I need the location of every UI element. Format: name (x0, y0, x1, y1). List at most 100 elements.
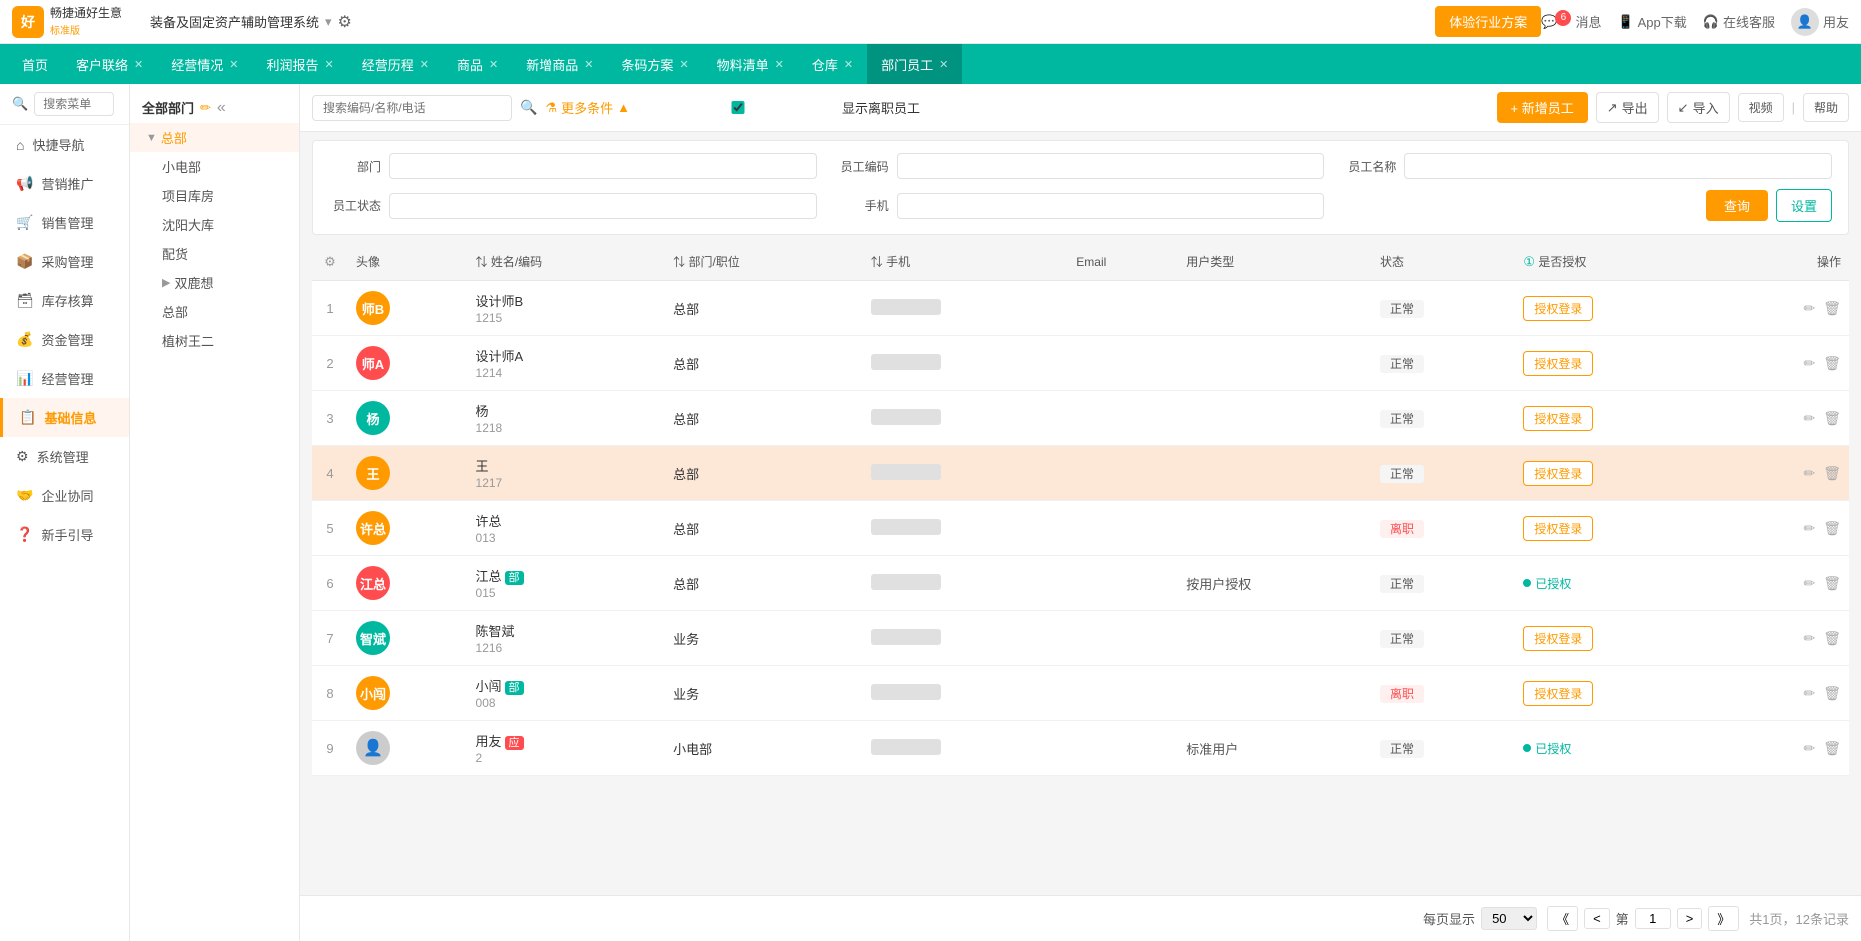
prev-page-button[interactable]: < (1584, 908, 1610, 929)
nav-tab-新增商品[interactable]: 新增商品 ✕ (512, 44, 607, 84)
auth-button[interactable]: 授权登录 (1523, 406, 1593, 431)
nav-tab-部门员工[interactable]: 部门员工 ✕ (867, 44, 962, 84)
page-size-area: 每页显示 2050100 (1423, 907, 1537, 930)
nav-tab-物料清单[interactable]: 物料清单 ✕ (703, 44, 798, 84)
phone-col-header[interactable]: ⇅ 手机 (863, 243, 1069, 281)
delete-icon[interactable]: 🗑 (1823, 630, 1841, 647)
delete-icon[interactable]: 🗑 (1823, 575, 1841, 592)
enterprise-icon: 🤝 (16, 487, 33, 504)
filter-phone-input[interactable] (897, 193, 1325, 219)
online-service-item[interactable]: 🎧 在线客服 (1703, 12, 1775, 31)
title-dropdown-icon[interactable]: ▾ (325, 14, 332, 30)
message-item[interactable]: 💬 6 消息 (1541, 12, 1601, 31)
sidebar-item-basic[interactable]: 📋基础信息 (0, 398, 129, 437)
auth-button[interactable]: 授权登录 (1523, 516, 1593, 541)
set-button[interactable]: 设置 (1776, 189, 1832, 222)
app-download-item[interactable]: 📱 App下载 (1617, 12, 1686, 31)
nav-tab-首页[interactable]: 首页 (8, 44, 62, 84)
nav-tab-条码方案[interactable]: 条码方案 ✕ (607, 44, 702, 84)
search-button[interactable]: 查询 (1706, 190, 1768, 221)
row-ops: ✏ 🗑 (1721, 666, 1849, 721)
dept-col-header[interactable]: ⇅ 部门/职位 (665, 243, 863, 281)
user-item[interactable]: 👤 用友 (1791, 8, 1849, 36)
sidebar-item-operations[interactable]: 📊经营管理 (0, 359, 129, 398)
edit-icon[interactable]: ✏ (1803, 520, 1815, 537)
delete-icon[interactable]: 🗑 (1823, 685, 1841, 702)
dept-node-7[interactable]: 植树王二 (130, 326, 299, 355)
dept-node-1[interactable]: 小电部 (130, 152, 299, 181)
delete-icon[interactable]: 🗑 (1823, 300, 1841, 317)
auth-button[interactable]: 授权登录 (1523, 296, 1593, 321)
sidebar-item-marketing[interactable]: 📢营销推广 (0, 164, 129, 203)
sidebar-item-enterprise[interactable]: 🤝企业协同 (0, 476, 129, 515)
edit-icon[interactable]: ✏ (1803, 355, 1815, 372)
export-button[interactable]: ↗ 导出 (1596, 92, 1659, 123)
sidebar-item-inventory[interactable]: 🗃库存核算 (0, 281, 129, 320)
row-name: 设计师B1215 (468, 281, 666, 336)
dept-edit-icon[interactable]: ✏ (200, 100, 211, 116)
edit-icon[interactable]: ✏ (1803, 300, 1815, 317)
show-resigned-input[interactable] (638, 101, 838, 114)
sidebar-item-guide[interactable]: ❓新手引导 (0, 515, 129, 554)
delete-icon[interactable]: 🗑 (1823, 410, 1841, 427)
per-page-select[interactable]: 2050100 (1481, 907, 1537, 930)
first-page-button[interactable]: 《 (1547, 906, 1578, 931)
show-resigned-checkbox[interactable]: 显示离职员工 (638, 98, 920, 117)
sidebar-item-purchase[interactable]: 📦采购管理 (0, 242, 129, 281)
auth-button[interactable]: 授权登录 (1523, 626, 1593, 651)
auth-button[interactable]: 授权登录 (1523, 461, 1593, 486)
edit-icon[interactable]: ✏ (1803, 685, 1815, 702)
dept-node-6[interactable]: 总部 (130, 297, 299, 326)
next-page-button[interactable]: > (1677, 908, 1703, 929)
delete-icon[interactable]: 🗑 (1823, 465, 1841, 482)
nav-tab-利润报告[interactable]: 利润报告 ✕ (252, 44, 347, 84)
add-employee-button[interactable]: + 新增员工 (1497, 92, 1588, 123)
edit-icon[interactable]: ✏ (1803, 575, 1815, 592)
search-input[interactable] (34, 92, 114, 116)
nav-tab-客户联络[interactable]: 客户联络 ✕ (62, 44, 157, 84)
import-button[interactable]: ↙ 导入 (1667, 92, 1730, 123)
filter-more-btn[interactable]: ⚗ 更多条件 ▲ (545, 98, 630, 117)
filter-code-input[interactable] (897, 153, 1325, 179)
dept-node-3[interactable]: 沈阳大库 (130, 210, 299, 239)
trial-button[interactable]: 体验行业方案 (1435, 6, 1541, 37)
sidebar-item-system[interactable]: ⚙系统管理 (0, 437, 129, 476)
sidebar-item-sales[interactable]: 🛒销售管理 (0, 203, 129, 242)
dept-collapse-icon[interactable]: « (217, 99, 226, 117)
dept-node-5[interactable]: ▶双鹿想 (130, 268, 299, 297)
filter-name-input[interactable] (1404, 153, 1832, 179)
auth-button[interactable]: 授权登录 (1523, 351, 1593, 376)
dept-node-0[interactable]: ▼总部 (130, 123, 299, 152)
filter-search-button[interactable]: 🔍 (520, 99, 537, 116)
settings-icon[interactable]: ⚙ (338, 12, 352, 32)
nav-tab-经营历程[interactable]: 经营历程 ✕ (348, 44, 443, 84)
nav-tab-经营情况[interactable]: 经营情况 ✕ (157, 44, 252, 84)
filter-dept-select[interactable] (389, 153, 817, 179)
delete-icon[interactable]: 🗑 (1823, 520, 1841, 537)
sidebar-item-finance[interactable]: 💰资金管理 (0, 320, 129, 359)
settings-col-header[interactable]: ⚙ (312, 243, 348, 281)
dept-all-label[interactable]: 全部部门 (142, 98, 194, 117)
nav-tab-仓库[interactable]: 仓库 ✕ (798, 44, 867, 84)
delete-icon[interactable]: 🗑 (1823, 355, 1841, 372)
edit-icon[interactable]: ✏ (1803, 630, 1815, 647)
search-field[interactable] (312, 95, 512, 121)
edit-icon[interactable]: ✏ (1803, 740, 1815, 757)
name-col-header[interactable]: ⇅ 姓名/编码 (468, 243, 666, 281)
delete-icon[interactable]: 🗑 (1823, 740, 1841, 757)
sidebar-item-quick-nav[interactable]: ⌂快捷导航 (0, 125, 129, 164)
help-button[interactable]: 帮助 (1803, 93, 1849, 122)
row-auth: 已授权 (1515, 556, 1721, 611)
dept-node-2[interactable]: 项目库房 (130, 181, 299, 210)
edit-icon[interactable]: ✏ (1803, 410, 1815, 427)
video-button[interactable]: 视频 (1738, 93, 1784, 122)
table-body: 1 师B 设计师B1215 总部 正常 授权登录 ✏ 🗑 2 师A 设计师A12… (312, 281, 1849, 776)
last-page-button[interactable]: 》 (1708, 906, 1739, 931)
filter-status-select[interactable]: 正常 离职 (389, 193, 817, 219)
auth-button[interactable]: 授权登录 (1523, 681, 1593, 706)
purchase-label: 采购管理 (41, 252, 93, 271)
nav-tab-商品[interactable]: 商品 ✕ (443, 44, 512, 84)
edit-icon[interactable]: ✏ (1803, 465, 1815, 482)
page-input[interactable] (1635, 908, 1671, 929)
dept-node-4[interactable]: 配货 (130, 239, 299, 268)
